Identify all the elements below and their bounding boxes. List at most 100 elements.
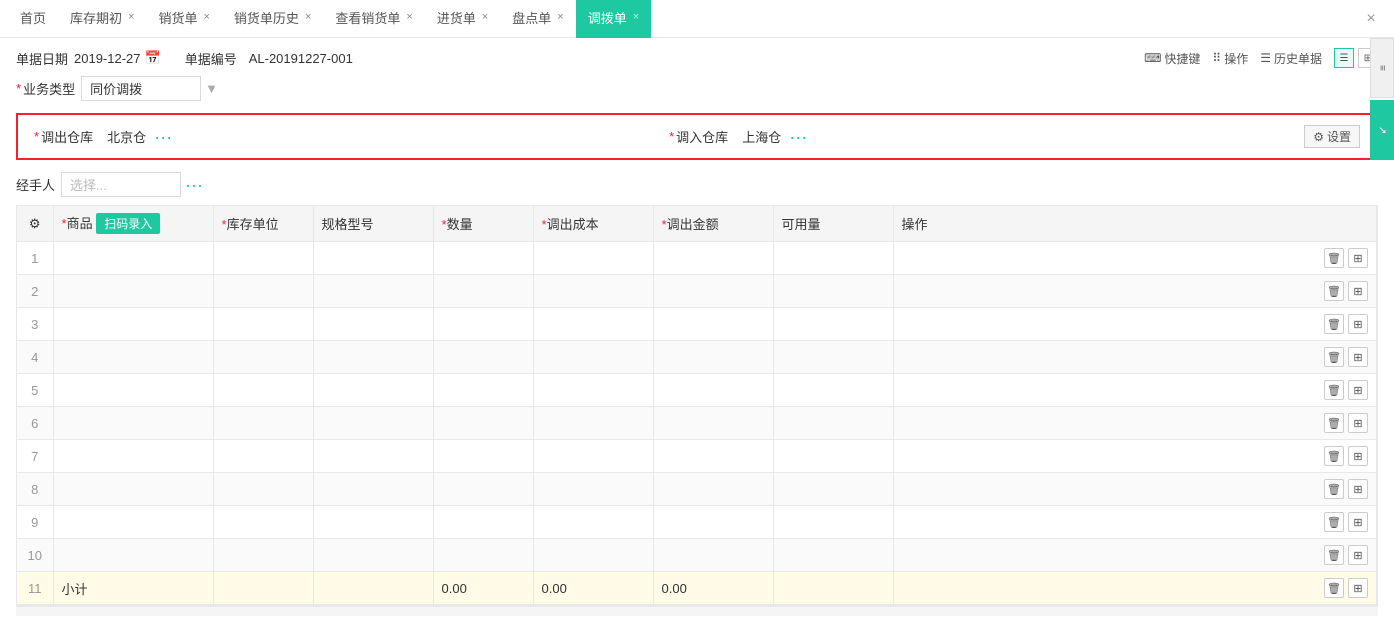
side-expand-btn[interactable]: ↗ [1370,100,1394,160]
cost-cell[interactable] [533,242,653,275]
cost-cell[interactable] [533,308,653,341]
unit-cell[interactable] [213,473,313,506]
table-gear-icon[interactable]: ⚙ [29,216,41,231]
amount-cell[interactable] [653,374,773,407]
amount-cell[interactable] [653,275,773,308]
goods-cell[interactable] [53,308,213,341]
tab-close-inventory-check[interactable]: × [557,12,563,23]
tab-sales-history[interactable]: 销货单历史 × [222,0,323,38]
horizontal-scrollbar[interactable] [16,606,1378,616]
unit-cell[interactable] [213,440,313,473]
unit-cell[interactable] [213,308,313,341]
cost-cell[interactable] [533,341,653,374]
in-warehouse-more-btn[interactable]: ··· [789,128,807,146]
settings-button[interactable]: ⚙ 设置 [1304,125,1360,148]
avail-cell[interactable] [773,407,893,440]
delete-row-button[interactable]: 🗑 [1324,479,1344,499]
ops-btn[interactable]: ⠿ 操作 [1212,50,1248,67]
delete-row-button[interactable]: 🗑 [1324,248,1344,268]
tab-inventory-check[interactable]: 盘点单 × [500,0,575,38]
tab-purchase[interactable]: 进货单 × [425,0,500,38]
unit-cell[interactable] [213,572,313,605]
goods-cell[interactable] [53,407,213,440]
delete-row-button[interactable]: 🗑 [1324,545,1344,565]
avail-cell[interactable] [773,473,893,506]
goods-cell[interactable] [53,341,213,374]
delete-row-button[interactable]: 🗑 [1324,314,1344,334]
delete-row-button[interactable]: 🗑 [1324,281,1344,301]
avail-cell[interactable] [773,242,893,275]
avail-cell[interactable] [773,506,893,539]
qty-cell[interactable] [433,341,533,374]
amount-cell[interactable] [653,473,773,506]
tab-view-sales[interactable]: 查看销货单 × [323,0,424,38]
goods-cell[interactable]: 小计 [53,572,213,605]
goods-cell[interactable] [53,440,213,473]
qty-cell[interactable] [433,473,533,506]
cost-cell[interactable] [533,539,653,572]
avail-cell[interactable] [773,374,893,407]
avail-cell[interactable] [773,308,893,341]
unit-cell[interactable] [213,407,313,440]
spec-cell[interactable] [313,473,433,506]
qty-cell[interactable] [433,242,533,275]
delete-row-button[interactable]: 🗑 [1324,578,1344,598]
qty-cell[interactable] [433,440,533,473]
biz-dropdown-icon[interactable]: ▼ [205,81,218,96]
avail-cell[interactable] [773,440,893,473]
copy-row-button[interactable]: ⊞ [1348,281,1368,301]
unit-cell[interactable] [213,374,313,407]
qty-cell[interactable] [433,506,533,539]
goods-cell[interactable] [53,539,213,572]
spec-cell[interactable] [313,440,433,473]
spec-cell[interactable] [313,275,433,308]
unit-cell[interactable] [213,341,313,374]
amount-cell[interactable] [653,407,773,440]
amount-cell[interactable]: 0.00 [653,572,773,605]
out-warehouse-more-btn[interactable]: ··· [154,128,172,146]
delete-row-button[interactable]: 🗑 [1324,413,1344,433]
tab-close-sales-history[interactable]: × [305,12,311,23]
copy-row-button[interactable]: ⊞ [1348,380,1368,400]
amount-cell[interactable] [653,308,773,341]
tab-transfer[interactable]: 调拨单 × [576,0,651,38]
copy-row-button[interactable]: ⊞ [1348,248,1368,268]
spec-cell[interactable] [313,308,433,341]
layout-list-icon[interactable]: ☰ [1334,48,1354,68]
delete-row-button[interactable]: 🗑 [1324,380,1344,400]
copy-row-button[interactable]: ⊞ [1348,479,1368,499]
spec-cell[interactable] [313,506,433,539]
amount-cell[interactable] [653,539,773,572]
qty-cell[interactable] [433,374,533,407]
goods-cell[interactable] [53,242,213,275]
cost-cell[interactable] [533,506,653,539]
goods-cell[interactable] [53,473,213,506]
cost-cell[interactable] [533,407,653,440]
copy-row-button[interactable]: ⊞ [1348,446,1368,466]
copy-row-button[interactable]: ⊞ [1348,347,1368,367]
delete-row-button[interactable]: 🗑 [1324,347,1344,367]
tab-close-view-sales[interactable]: × [406,12,412,23]
tab-close-sales-order[interactable]: × [203,12,209,23]
copy-row-button[interactable]: ⊞ [1348,413,1368,433]
copy-row-button[interactable]: ⊞ [1348,545,1368,565]
tab-close-purchase[interactable]: × [482,12,488,23]
goods-cell[interactable] [53,275,213,308]
spec-cell[interactable] [313,242,433,275]
cost-cell[interactable] [533,440,653,473]
unit-cell[interactable] [213,275,313,308]
scan-button[interactable]: 扫码录入 [96,213,160,234]
amount-cell[interactable] [653,440,773,473]
qty-cell[interactable]: 0.00 [433,572,533,605]
goods-cell[interactable] [53,374,213,407]
avail-cell[interactable] [773,572,893,605]
avail-cell[interactable] [773,539,893,572]
handler-more-btn[interactable]: ··· [185,176,203,194]
avail-cell[interactable] [773,275,893,308]
tab-home[interactable]: 首页 [8,0,58,38]
calendar-icon[interactable]: 📅 [145,50,161,66]
qty-cell[interactable] [433,308,533,341]
unit-cell[interactable] [213,506,313,539]
tab-close-inventory-init[interactable]: × [128,12,134,23]
qty-cell[interactable] [433,539,533,572]
